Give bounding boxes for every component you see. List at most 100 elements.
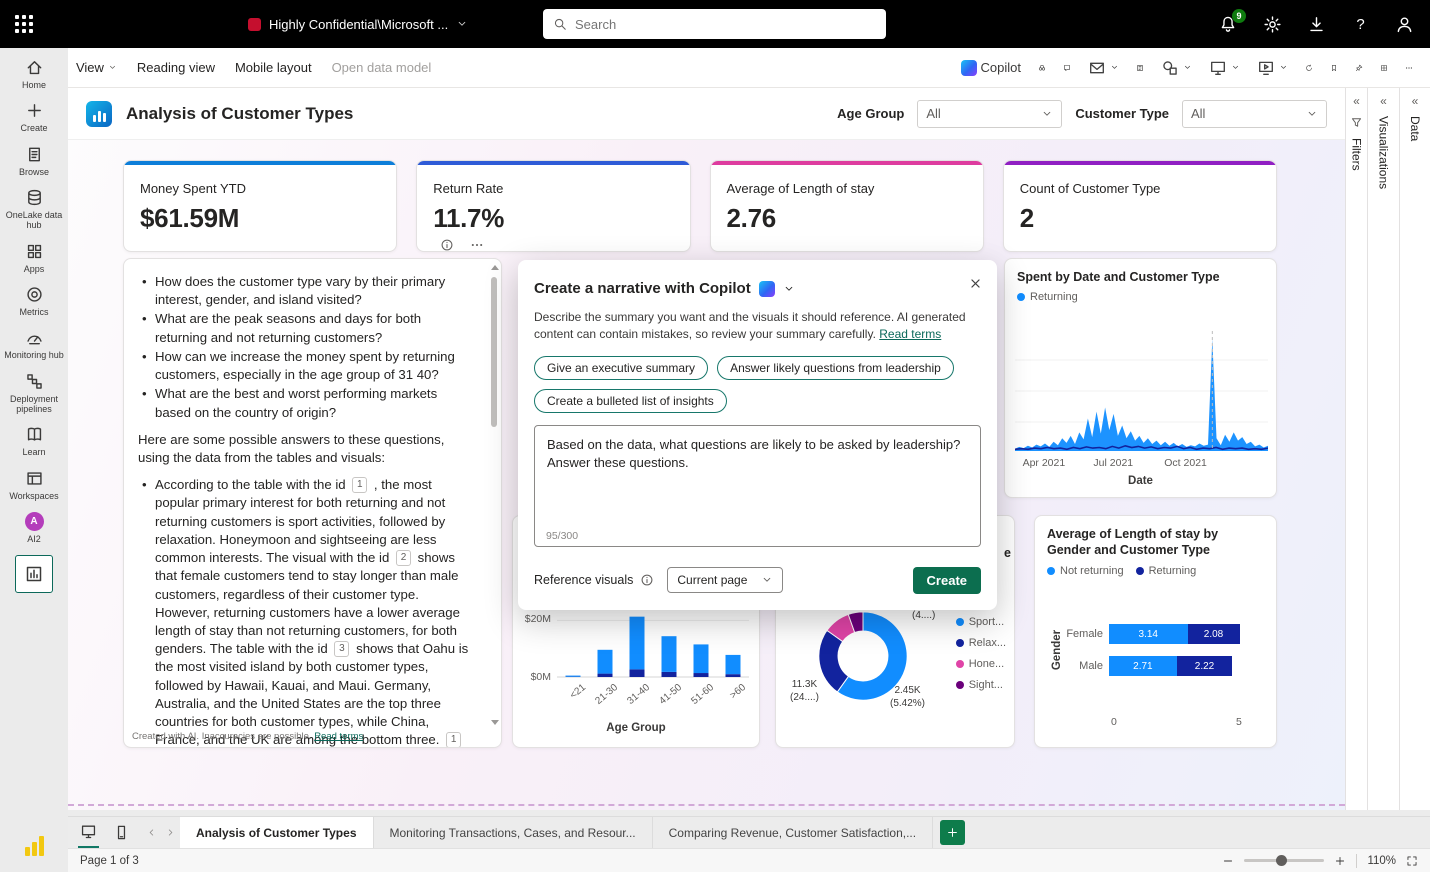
copilot-suggestion-chip[interactable]: Create a bulleted list of insights [534,388,727,413]
sidebar-item-browse[interactable]: Browse [1,145,67,177]
left-nav: Home Create Browse OneLake data hub Apps… [0,48,68,872]
visual-id-chip[interactable]: 1 [446,732,462,747]
fit-to-page-icon[interactable] [1406,855,1418,867]
legend-item[interactable]: Sport... [955,616,1006,628]
smart-narrative-visual[interactable]: How does the customer type vary by their… [123,258,502,748]
info-icon[interactable] [440,238,454,252]
avg-length-of-stay-chart[interactable]: Average of Length of stay by Gender and … [1034,515,1277,748]
age-group-dropdown[interactable]: All [917,99,1063,128]
explore-icon[interactable] [1033,59,1051,77]
scroll-up-arrow[interactable] [491,265,499,270]
legend-item[interactable]: Returning [1135,565,1196,577]
scroll-down-arrow[interactable] [491,720,499,725]
menu-mobile-layout[interactable]: Mobile layout [225,48,322,88]
customer-type-dropdown[interactable]: All [1182,99,1327,128]
legend-item[interactable]: Relax... [955,637,1006,649]
menu-reading-view[interactable]: Reading view [127,48,225,88]
notifications-button[interactable]: 9 [1219,8,1246,34]
legend-item[interactable]: Returning [1017,291,1078,303]
desktop-view-button[interactable] [78,817,99,848]
sidebar-item-monitoring-hub[interactable]: Monitoring hub [1,328,67,360]
sidebar-item-deployment-pipelines[interactable]: Deployment pipelines [1,372,67,415]
copilot-button[interactable]: Copilot [956,56,1026,80]
view-mode-button[interactable] [1204,55,1245,81]
page-tab[interactable]: Monitoring Transactions, Cases, and Reso… [374,817,653,848]
legend-item[interactable]: Hone... [955,658,1006,670]
sidebar-item-metrics[interactable]: Metrics [1,285,67,317]
search-input[interactable] [575,16,876,32]
chevron-down-icon[interactable] [783,283,795,295]
sidebar-item-ai2-workspace[interactable]: A AI2 [1,512,67,544]
expand-pane-icon[interactable]: « [1380,95,1387,107]
sidebar-item-home[interactable]: Home [1,58,67,90]
copilot-suggestion-chip[interactable]: Answer likely questions from leadership [717,355,954,380]
sidebar-item-apps[interactable]: Apps [1,242,67,274]
filters-pane-collapsed[interactable]: « Filters [1345,88,1367,810]
visual-id-chip[interactable]: 3 [334,641,350,658]
pin-icon[interactable] [1350,59,1368,77]
sidebar-item-workspaces[interactable]: Workspaces [1,469,67,501]
prompt-input[interactable]: Based on the data, what questions are li… [534,424,981,547]
visualizations-pane-collapsed[interactable]: « Visualizations [1367,88,1399,810]
page-tab[interactable]: Comparing Revenue, Customer Satisfaction… [653,817,934,848]
workspace-breadcrumb[interactable]: Highly Confidential\Microsoft ... [248,17,468,32]
more-options-icon[interactable] [470,238,484,252]
help-button[interactable]: ? [1351,16,1370,33]
bookmark-icon[interactable] [1325,59,1343,77]
menu-view[interactable]: View [66,48,127,88]
read-terms-link[interactable]: Read terms [879,327,941,341]
kpi-card[interactable]: Count of Customer Type 2 [1002,160,1277,252]
comments-icon[interactable] [1058,59,1076,77]
kpi-card[interactable]: Average of Length of stay 2.76 [709,160,984,252]
download-icon[interactable] [1307,15,1326,34]
account-icon[interactable] [1395,15,1414,34]
bar-segment[interactable]: 2.71 [1109,656,1177,676]
legend-item[interactable]: Sight... [955,679,1006,691]
narrative-scrollbar[interactable] [489,263,499,727]
settings-gear-icon[interactable] [1263,15,1282,34]
create-button[interactable]: Create [912,566,981,594]
addins-icon[interactable] [1375,59,1393,77]
shapes-button[interactable] [1156,55,1197,81]
present-icon [1257,59,1275,77]
global-search[interactable] [543,9,886,39]
expand-pane-icon[interactable]: « [1412,95,1419,107]
more-options-icon[interactable] [1400,59,1418,77]
new-page-button[interactable] [940,820,966,845]
notes-icon[interactable] [1131,59,1149,77]
legend-item[interactable]: Not returning [1047,565,1124,577]
bar-segment[interactable]: 3.14 [1109,624,1188,644]
pane-label: Filters [1349,138,1364,171]
zoom-slider[interactable] [1244,855,1325,866]
copilot-suggestion-chip[interactable]: Give an executive summary [534,355,709,380]
sidebar-item-learn[interactable]: Learn [1,425,67,457]
mobile-view-button[interactable] [111,817,132,848]
visual-id-chip[interactable]: 1 [352,477,368,494]
data-pane-collapsed[interactable]: « Data [1399,88,1430,810]
spent-by-date-chart[interactable]: Spent by Date and Customer Type Returnin… [1004,258,1277,498]
scrollbar-thumb[interactable] [491,277,497,427]
chevron-down-icon [456,18,468,30]
sidebar-item-create[interactable]: Create [1,101,67,133]
zoom-out-icon[interactable] [1222,855,1234,867]
zoom-slider-thumb[interactable] [1276,855,1288,866]
kpi-card[interactable]: Money Spent YTD $61.59M [123,160,398,252]
bar-segment[interactable]: 2.08 [1187,624,1240,644]
bar-segment[interactable]: 2.22 [1176,656,1233,676]
subscribe-button[interactable] [1083,55,1124,81]
previous-page-button[interactable] [142,817,161,848]
page-tab[interactable]: Analysis of Customer Types [180,817,374,848]
visual-id-chip[interactable]: 2 [395,550,411,567]
next-page-button[interactable] [161,817,180,848]
sidebar-item-onelake[interactable]: OneLake data hub [1,188,67,231]
info-icon[interactable] [640,573,654,587]
refresh-icon[interactable] [1300,59,1318,77]
zoom-in-icon[interactable] [1334,855,1346,867]
reference-scope-dropdown[interactable]: Current page [667,567,784,594]
expand-pane-icon[interactable]: « [1353,95,1360,107]
app-launcher-button[interactable] [0,0,48,48]
sidebar-item-current-report[interactable] [15,555,53,594]
present-button[interactable] [1252,55,1293,81]
read-terms-link[interactable]: Read terms [314,731,363,742]
close-icon[interactable] [968,276,983,291]
